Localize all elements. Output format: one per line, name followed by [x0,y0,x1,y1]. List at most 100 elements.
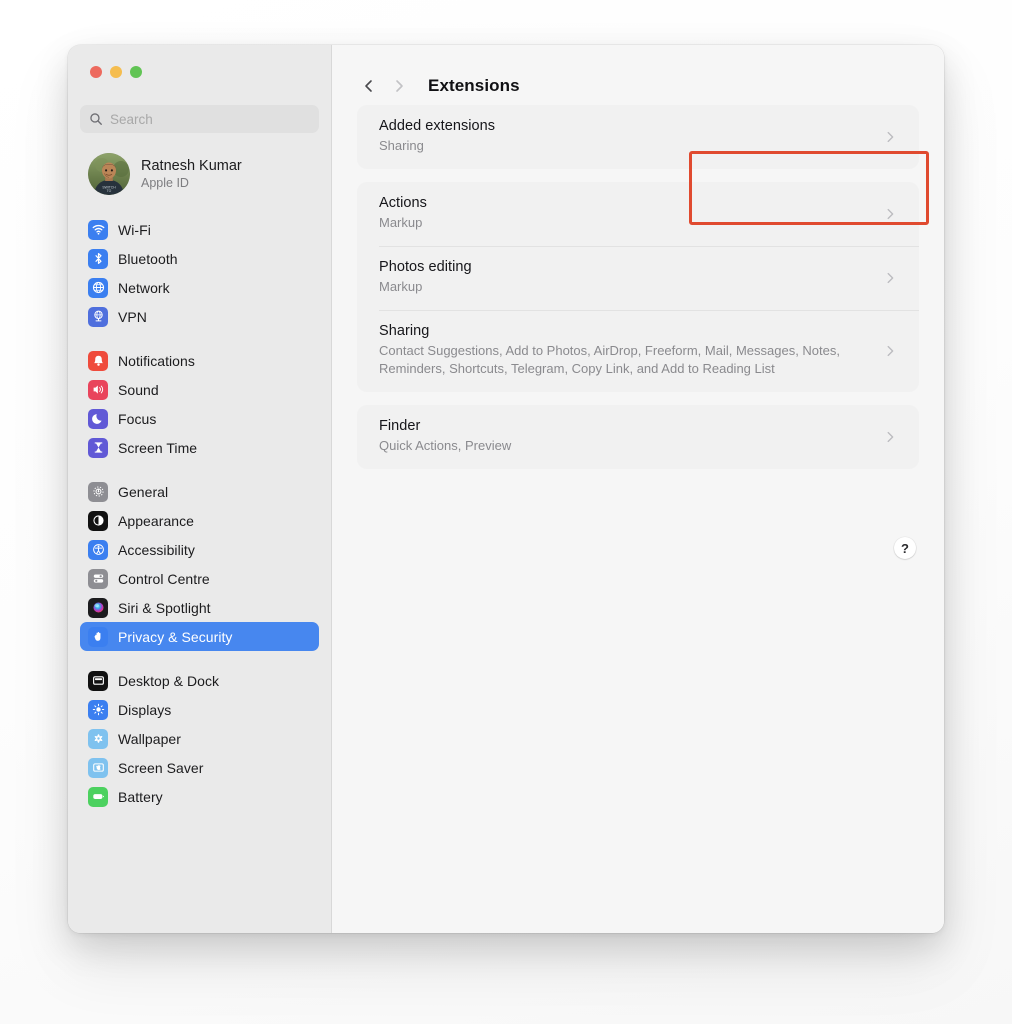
settings-row-actions[interactable]: Actions Markup [357,182,919,246]
row-texts: Actions Markup [379,195,439,233]
chevron-right-icon[interactable] [883,430,903,444]
apple-id-account-row[interactable]: SWITCH TO Ratnesh Kumar Apple ID [80,147,319,201]
control-centre-icon [88,568,108,589]
bluetooth-icon [88,248,108,269]
account-name: Ratnesh Kumar [141,157,242,174]
settings-row-sharing[interactable]: Sharing Contact Suggestions, Add to Photo… [357,309,919,393]
hand-icon [88,626,108,647]
accessibility-icon [88,539,108,560]
sidebar-item-label: Desktop & Dock [118,672,220,689]
settings-card: Actions Markup Photos editing Markup Sharing… [357,181,919,393]
account-subtitle: Apple ID [141,175,189,190]
page-title: Extensions [428,76,520,95]
sidebar-item-accessibility[interactable]: Accessibility [80,535,319,564]
settings-row-finder[interactable]: Finder Quick Actions, Preview [357,405,919,469]
row-subtitle: Markup [379,278,423,294]
chevron-right-icon[interactable] [883,207,903,221]
sidebar-item-wi-fi[interactable]: Wi-Fi [80,215,319,244]
back-button[interactable] [354,71,384,101]
content-header: Extensions [332,45,944,105]
row-title: Actions [379,194,427,211]
sidebar-item-screen-time[interactable]: Screen Time [80,433,319,462]
sidebar-group: Desktop & Dock Displays Wallpaper Screen Sa… [78,666,321,811]
sidebar-item-wallpaper[interactable]: Wallpaper [80,724,319,753]
search-field[interactable] [80,105,319,133]
appearance-icon [88,510,108,531]
sidebar-item-network[interactable]: Network [80,273,319,302]
window-controls [78,45,321,91]
maximize-button[interactable] [130,66,142,78]
sidebar-item-label: Wallpaper [118,730,181,747]
screen: SWITCH TO Ratn [0,0,1012,1024]
sidebar-group: Notifications Sound Focus Screen Time [78,346,321,462]
desktop-dock-icon [88,670,108,691]
siri-icon [88,597,108,618]
account-text: Ratnesh Kumar Apple ID [141,158,242,191]
chevron-right-icon[interactable] [883,271,903,285]
sidebar-item-sound[interactable]: Sound [80,375,319,404]
sidebar-group: Wi-Fi Bluetooth Network VPN [78,215,321,331]
row-texts: Sharing Contact Suggestions, Add to Photo… [379,323,883,380]
sidebar-item-label: Notifications [118,352,195,369]
sidebar-item-control-centre[interactable]: Control Centre [80,564,319,593]
settings-row-photos-editing[interactable]: Photos editing Markup [357,245,919,310]
sidebar-item-focus[interactable]: Focus [80,404,319,433]
sidebar-item-label: Displays [118,701,172,718]
settings-row-added-extensions[interactable]: Added extensions Sharing [357,105,919,169]
battery-icon [88,786,108,807]
search-input[interactable] [110,111,310,127]
row-subtitle: Quick Actions, Preview [379,438,512,454]
chevron-right-icon[interactable] [883,344,903,358]
sidebar-item-label: Privacy & Security [118,628,233,645]
wallpaper-icon [88,728,108,749]
chevron-right-icon[interactable] [883,130,903,144]
sidebar-item-siri-spotlight[interactable]: Siri & Spotlight [80,593,319,622]
sidebar-item-label: VPN [118,308,147,325]
help-button[interactable]: ? [894,537,916,559]
close-button[interactable] [90,66,102,78]
row-title: Added extensions [379,118,496,134]
svg-text:TO: TO [107,189,112,193]
sidebar-item-label: Wi-Fi [118,221,151,238]
forward-button[interactable] [384,71,414,101]
sidebar-item-bluetooth[interactable]: Bluetooth [80,244,319,273]
row-title: Finder [379,418,421,435]
row-subtitle: Markup [379,214,423,230]
network-icon [88,277,108,298]
screensaver-icon [88,757,108,778]
row-texts: Photos editing Markup [379,259,484,297]
sidebar-item-notifications[interactable]: Notifications [80,346,319,375]
sidebar-item-privacy-security[interactable]: Privacy & Security [80,622,319,651]
hourglass-icon [88,437,108,458]
sidebar-item-label: Screen Saver [118,759,204,776]
row-title: Sharing [379,322,430,339]
sidebar-item-screen-saver[interactable]: Screen Saver [80,753,319,782]
minimize-button[interactable] [110,66,122,78]
sidebar-nav: Wi-Fi Bluetooth Network VPN Notifications Sou… [78,215,321,811]
settings-card: Finder Quick Actions, Preview [357,405,919,470]
row-subtitle: Sharing [379,138,424,153]
row-subtitle: Contact Suggestions, Add to Photos, AirD… [379,342,840,377]
sidebar-item-desktop-dock[interactable]: Desktop & Dock [80,666,319,695]
sidebar-item-displays[interactable]: Displays [80,695,319,724]
sidebar-item-label: Appearance [118,512,195,529]
sidebar-item-label: Screen Time [118,439,198,456]
sidebar-item-label: Sound [118,381,159,398]
sidebar-item-label: Battery [118,788,163,805]
system-settings-window: SWITCH TO Ratn [68,45,944,933]
sidebar-item-label: Network [118,279,170,296]
avatar: SWITCH TO [88,153,130,195]
sidebar-item-label: Bluetooth [118,250,178,267]
sidebar-item-vpn[interactable]: VPN [80,302,319,331]
sidebar-item-general[interactable]: General [80,477,319,506]
sidebar-item-label: Control Centre [118,570,210,587]
sidebar-item-appearance[interactable]: Appearance [80,506,319,535]
settings-card: Added extensions Sharing [357,105,919,169]
sidebar-item-label: Focus [118,410,157,427]
speaker-icon [88,379,108,400]
sidebar-item-battery[interactable]: Battery [80,782,319,811]
row-texts: Finder Quick Actions, Preview [379,418,523,456]
content-panel: Extensions Added extensions Sharing Action… [332,45,944,933]
row-texts: Added extensions Sharing [379,118,507,156]
moon-icon [88,408,108,429]
